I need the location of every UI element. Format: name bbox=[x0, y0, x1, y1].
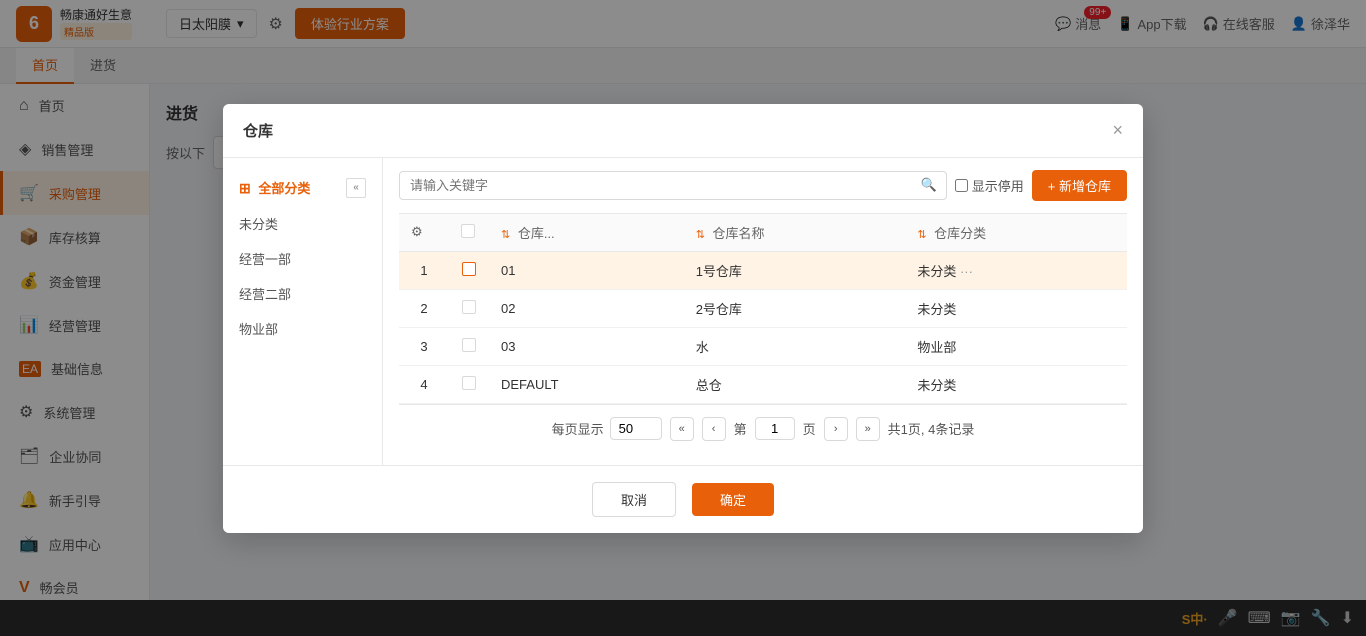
modal-body: ⊞ 全部分类 « 未分类 经营一部 经营二部 物业部 bbox=[223, 158, 1143, 465]
cell-category: 物业部 bbox=[905, 327, 1127, 365]
cell-check[interactable] bbox=[449, 365, 489, 403]
th-code[interactable]: ⇅ 仓库... bbox=[489, 213, 684, 251]
search-input[interactable] bbox=[399, 171, 947, 200]
modal-footer: 取消 确定 bbox=[223, 465, 1143, 533]
modal-overlay: 仓库 × ⊞ 全部分类 « 未分类 经营一部 经营二部 物业部 bbox=[0, 0, 1366, 636]
cell-code: 03 bbox=[489, 327, 684, 365]
show-disabled-text: 显示停用 bbox=[972, 176, 1024, 195]
cell-name: 1号仓库 bbox=[684, 251, 906, 289]
cell-index: 2 bbox=[399, 289, 449, 327]
category-all[interactable]: ⊞ 全部分类 « bbox=[223, 170, 382, 206]
select-all-checkbox[interactable] bbox=[461, 224, 475, 238]
row-checkbox[interactable] bbox=[462, 300, 476, 314]
add-warehouse-btn[interactable]: + 新增仓库 bbox=[1032, 170, 1127, 201]
page-summary: 共1页, 4条记录 bbox=[888, 419, 975, 438]
cell-code: 01 bbox=[489, 251, 684, 289]
grid-icon: ⊞ bbox=[239, 180, 251, 196]
table-toolbar: 🔍 显示停用 + 新增仓库 bbox=[399, 170, 1127, 201]
table-row[interactable]: 1 01 1号仓库 未分类 ··· bbox=[399, 251, 1127, 289]
confirm-btn[interactable]: 确定 bbox=[692, 483, 774, 516]
cell-index: 3 bbox=[399, 327, 449, 365]
per-page-label: 每页显示 bbox=[552, 419, 604, 438]
cell-category: 未分类 ··· bbox=[905, 251, 1127, 289]
cell-name: 总仓 bbox=[684, 365, 906, 403]
sort-icon-code: ⇅ bbox=[501, 229, 510, 241]
table-row[interactable]: 4 DEFAULT 总仓 未分类 bbox=[399, 365, 1127, 403]
modal-header: 仓库 × bbox=[223, 104, 1143, 158]
last-page-btn[interactable]: » bbox=[856, 417, 880, 441]
show-disabled-checkbox[interactable] bbox=[955, 179, 968, 192]
warehouse-table: ⚙ ⇅ 仓库... ⇅ 仓库名称 bbox=[399, 213, 1127, 404]
cell-check[interactable] bbox=[449, 289, 489, 327]
page-suffix: 页 bbox=[803, 419, 816, 438]
th-category[interactable]: ⇅ 仓库分类 bbox=[905, 213, 1127, 251]
pagination: 每页显示 50 10 20 100 « ‹ 第 页 › » bbox=[399, 404, 1127, 453]
table-row[interactable]: 3 03 水 物业部 bbox=[399, 327, 1127, 365]
cancel-btn[interactable]: 取消 bbox=[592, 482, 676, 517]
sort-icon-category: ⇅ bbox=[917, 229, 926, 241]
search-icon[interactable]: 🔍 bbox=[921, 177, 937, 193]
cell-code: 02 bbox=[489, 289, 684, 327]
th-settings: ⚙ bbox=[399, 213, 449, 251]
th-name[interactable]: ⇅ 仓库名称 bbox=[684, 213, 906, 251]
category-item-operations2[interactable]: 经营二部 bbox=[223, 276, 382, 311]
per-page-select[interactable]: 50 10 20 100 bbox=[610, 417, 662, 440]
category-panel: ⊞ 全部分类 « 未分类 经营一部 经营二部 物业部 bbox=[223, 158, 383, 465]
page-label: 第 bbox=[734, 419, 747, 438]
cell-index: 1 bbox=[399, 251, 449, 289]
first-page-btn[interactable]: « bbox=[670, 417, 694, 441]
cell-category: 未分类 bbox=[905, 365, 1127, 403]
category-collapse-btn[interactable]: « bbox=[346, 178, 366, 198]
cell-name: 2号仓库 bbox=[684, 289, 906, 327]
table-panel: 🔍 显示停用 + 新增仓库 ⚙ bbox=[383, 158, 1143, 465]
next-page-btn[interactable]: › bbox=[824, 417, 848, 441]
category-item-property[interactable]: 物业部 bbox=[223, 311, 382, 346]
category-all-label: 全部分类 bbox=[258, 181, 310, 196]
cell-code: DEFAULT bbox=[489, 365, 684, 403]
prev-page-btn[interactable]: ‹ bbox=[702, 417, 726, 441]
cell-check[interactable] bbox=[449, 251, 489, 289]
th-check bbox=[449, 213, 489, 251]
cell-name: 水 bbox=[684, 327, 906, 365]
cell-check[interactable] bbox=[449, 327, 489, 365]
row-checkbox[interactable] bbox=[462, 338, 476, 352]
row-checkbox[interactable] bbox=[462, 376, 476, 390]
cell-index: 4 bbox=[399, 365, 449, 403]
category-item-operations1[interactable]: 经营一部 bbox=[223, 241, 382, 276]
page-input[interactable] bbox=[755, 417, 795, 440]
modal-title: 仓库 bbox=[243, 120, 273, 141]
search-wrapper: 🔍 bbox=[399, 171, 947, 200]
table-row[interactable]: 2 02 2号仓库 未分类 bbox=[399, 289, 1127, 327]
modal-close-btn[interactable]: × bbox=[1112, 121, 1123, 139]
show-disabled-label[interactable]: 显示停用 bbox=[955, 176, 1024, 195]
collapse-icon: « bbox=[353, 182, 359, 193]
row-checkbox[interactable] bbox=[462, 262, 476, 276]
warehouse-modal: 仓库 × ⊞ 全部分类 « 未分类 经营一部 经营二部 物业部 bbox=[223, 104, 1143, 533]
row-more-icon[interactable]: ··· bbox=[960, 264, 973, 279]
category-item-unclassified[interactable]: 未分类 bbox=[223, 206, 382, 241]
sort-icon-name: ⇅ bbox=[696, 229, 705, 241]
cell-category: 未分类 bbox=[905, 289, 1127, 327]
page-size-area: 每页显示 50 10 20 100 bbox=[552, 417, 662, 440]
